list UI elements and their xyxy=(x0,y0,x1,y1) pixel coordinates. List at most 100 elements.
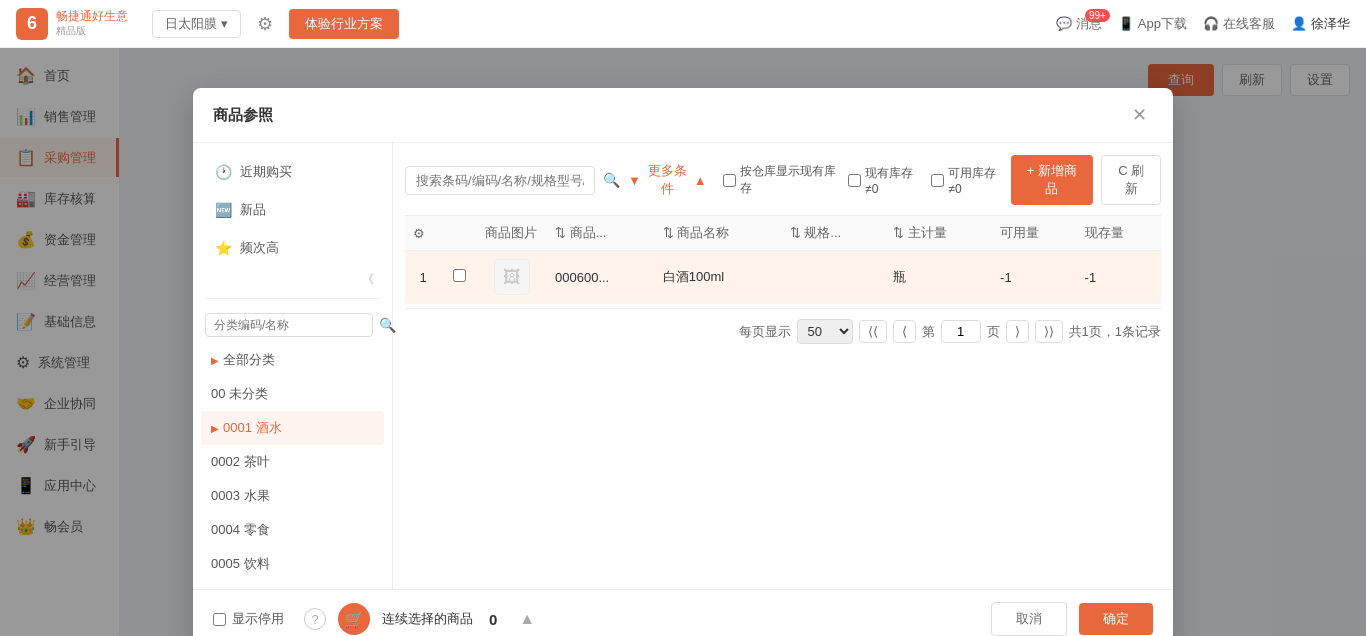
th-settings[interactable]: ⚙ xyxy=(405,216,441,251)
headphone-icon: 🎧 xyxy=(1203,16,1219,31)
prev-page-button[interactable]: ⟨ xyxy=(893,320,916,343)
checkbox-available-label: 可用库存≠0 xyxy=(948,165,1002,196)
table-row[interactable]: 1 🖼 xyxy=(405,251,1161,304)
checkbox-available-stock[interactable]: 可用库存≠0 xyxy=(931,165,1002,196)
category-label-fruit: 0003 水果 xyxy=(211,487,270,505)
th-stock: 现存量 xyxy=(1077,216,1161,251)
category-beverage[interactable]: 0005 饮料 xyxy=(201,547,384,577)
cart-button[interactable]: 🛒 xyxy=(338,603,370,635)
th-spec[interactable]: ⇅ 规格... xyxy=(782,216,886,251)
checkbox-warehouse-stock[interactable]: 按仓库显示现有库存 xyxy=(723,163,837,197)
category-uncategorized[interactable]: 00 未分类 xyxy=(201,377,384,411)
right-panel: 🔍 ▼ 更多条件 ▲ 按仓库显示现有库存 xyxy=(393,143,1173,589)
row-unit: 瓶 xyxy=(885,251,992,304)
tab-frequent[interactable]: ⭐ 频次高 xyxy=(205,231,380,265)
total-info: 共1页，1条记录 xyxy=(1069,323,1161,341)
table-refresh-button[interactable]: C 刷新 xyxy=(1101,155,1161,205)
sort-arrow-name: ⇅ xyxy=(663,225,674,240)
filter-button[interactable]: ▼ 更多条件 ▲ xyxy=(628,162,707,198)
logo-area: 6 畅捷通好生意 精品版 xyxy=(16,8,136,40)
store-name: 日太阳膜 xyxy=(165,15,217,33)
filter-arrow-icon: ▲ xyxy=(694,173,707,188)
next-page-button[interactable]: ⟩ xyxy=(1006,320,1029,343)
main-layout: 🏠 首页 📊 销售管理 📋 采购管理 🏭 库存核算 💰 资金管理 📈 经营管理 … xyxy=(0,48,1366,636)
category-list: ▶ 全部分类 00 未分类 ▶ 0001 酒水 0002 茶 xyxy=(193,343,392,577)
product-search-input[interactable] xyxy=(405,166,595,195)
th-unit[interactable]: ⇅ 主计量 xyxy=(885,216,992,251)
category-liquor[interactable]: ▶ 0001 酒水 xyxy=(201,411,384,445)
page-number-input[interactable] xyxy=(941,320,981,343)
checkbox-available-input[interactable] xyxy=(931,174,944,187)
left-panel: 🕐 近期购买 🆕 新品 ⭐ 频次高 《 xyxy=(193,143,393,589)
row-select-checkbox[interactable] xyxy=(453,269,466,282)
collapse-arrow[interactable]: 《 xyxy=(356,269,380,290)
settings-icon[interactable]: ⚙ xyxy=(249,9,281,39)
app-label: App下载 xyxy=(1138,15,1187,33)
row-stock: -1 xyxy=(1077,251,1161,304)
th-code[interactable]: ⇅ 商品... xyxy=(547,216,655,251)
checkbox-current-input[interactable] xyxy=(848,174,861,187)
top-nav: 6 畅捷通好生意 精品版 日太阳膜 ▾ ⚙ 体验行业方案 💬 消息 99+ 📱 … xyxy=(0,0,1366,48)
nav-user[interactable]: 👤 徐泽华 xyxy=(1291,15,1350,33)
th-checkbox xyxy=(441,216,477,251)
category-label-liquor: 0001 酒水 xyxy=(223,419,282,437)
help-icon[interactable]: ? xyxy=(304,608,326,630)
content-area: 查询 刷新 设置 商品参照 ✕ 🕐 xyxy=(120,48,1366,636)
sort-arrow-unit: ⇅ xyxy=(893,225,904,240)
msg-badge: 99+ xyxy=(1085,9,1110,22)
modal-overlay[interactable]: 商品参照 ✕ 🕐 近期购买 🆕 xyxy=(0,48,1366,636)
nav-app-download[interactable]: 📱 App下载 xyxy=(1118,15,1187,33)
add-product-button[interactable]: + 新增商品 xyxy=(1011,155,1094,205)
first-page-button[interactable]: ⟨⟨ xyxy=(859,320,887,343)
service-label: 在线客服 xyxy=(1223,15,1275,33)
search-icon[interactable]: 🔍 xyxy=(603,172,620,188)
app-icon: 📱 xyxy=(1118,16,1134,31)
user-avatar-icon: 👤 xyxy=(1291,16,1307,31)
th-image: 商品图片 xyxy=(477,216,547,251)
row-num: 1 xyxy=(405,251,441,304)
logo-sub: 精品版 xyxy=(56,24,128,38)
product-image-placeholder: 🖼 xyxy=(494,259,530,295)
modal-footer: 显示停用 ? 🛒 连续选择的商品 0 ▲ 取消 确定 xyxy=(193,589,1173,636)
checkbox-warehouse-input[interactable] xyxy=(723,174,736,187)
checkbox-warehouse-label: 按仓库显示现有库存 xyxy=(740,163,837,197)
cart-label: 连续选择的商品 xyxy=(382,610,473,628)
nav-service[interactable]: 🎧 在线客服 xyxy=(1203,15,1275,33)
show-disabled-label: 显示停用 xyxy=(232,610,284,628)
liquor-arrow: ▶ xyxy=(211,423,219,434)
nav-msg[interactable]: 💬 消息 99+ xyxy=(1056,15,1102,33)
pagination: 每页显示 50 10 20 100 ⟨⟨ ⟨ 第 页 xyxy=(405,308,1161,354)
row-checkbox[interactable] xyxy=(441,251,477,304)
last-page-button[interactable]: ⟩⟩ xyxy=(1035,320,1063,343)
category-fruit[interactable]: 0003 水果 xyxy=(201,479,384,513)
category-label-tea: 0002 茶叶 xyxy=(211,453,270,471)
table-body: 1 🖼 xyxy=(405,251,1161,304)
category-tea[interactable]: 0002 茶叶 xyxy=(201,445,384,479)
tab-new-product[interactable]: 🆕 新品 xyxy=(205,193,380,227)
store-selector[interactable]: 日太阳膜 ▾ xyxy=(152,10,241,38)
cancel-button[interactable]: 取消 xyxy=(991,602,1067,636)
category-all[interactable]: ▶ 全部分类 xyxy=(201,343,384,377)
table-header: ⚙ 商品图片 ⇅ 商品... xyxy=(405,216,1161,251)
th-name[interactable]: ⇅ 商品名称 xyxy=(655,216,782,251)
modal-close-button[interactable]: ✕ xyxy=(1126,102,1153,128)
modal-title: 商品参照 xyxy=(213,106,273,125)
category-label-uncategorized: 00 未分类 xyxy=(211,385,268,403)
checkbox-current-label: 现有库存≠0 xyxy=(865,165,919,196)
row-image: 🖼 xyxy=(477,251,547,304)
cart-count: 0 xyxy=(489,611,497,628)
tab-recent-purchase[interactable]: 🕐 近期购买 xyxy=(205,155,380,189)
show-disabled-checkbox[interactable]: 显示停用 xyxy=(213,610,284,628)
per-page-select[interactable]: 50 10 20 100 xyxy=(797,319,853,344)
category-snack[interactable]: 0004 零食 xyxy=(201,513,384,547)
checkbox-current-stock[interactable]: 现有库存≠0 xyxy=(848,165,919,196)
confirm-button[interactable]: 确定 xyxy=(1079,603,1153,635)
per-page-label: 每页显示 xyxy=(739,323,791,341)
category-search-input[interactable] xyxy=(205,313,373,337)
up-arrow-icon[interactable]: ▲ xyxy=(513,610,541,628)
trial-button[interactable]: 体验行业方案 xyxy=(289,9,399,39)
page-suffix: 页 xyxy=(987,323,1000,341)
sort-arrow-spec: ⇅ xyxy=(790,225,801,240)
disabled-checkbox-input[interactable] xyxy=(213,613,226,626)
th-available: 可用量 xyxy=(992,216,1076,251)
